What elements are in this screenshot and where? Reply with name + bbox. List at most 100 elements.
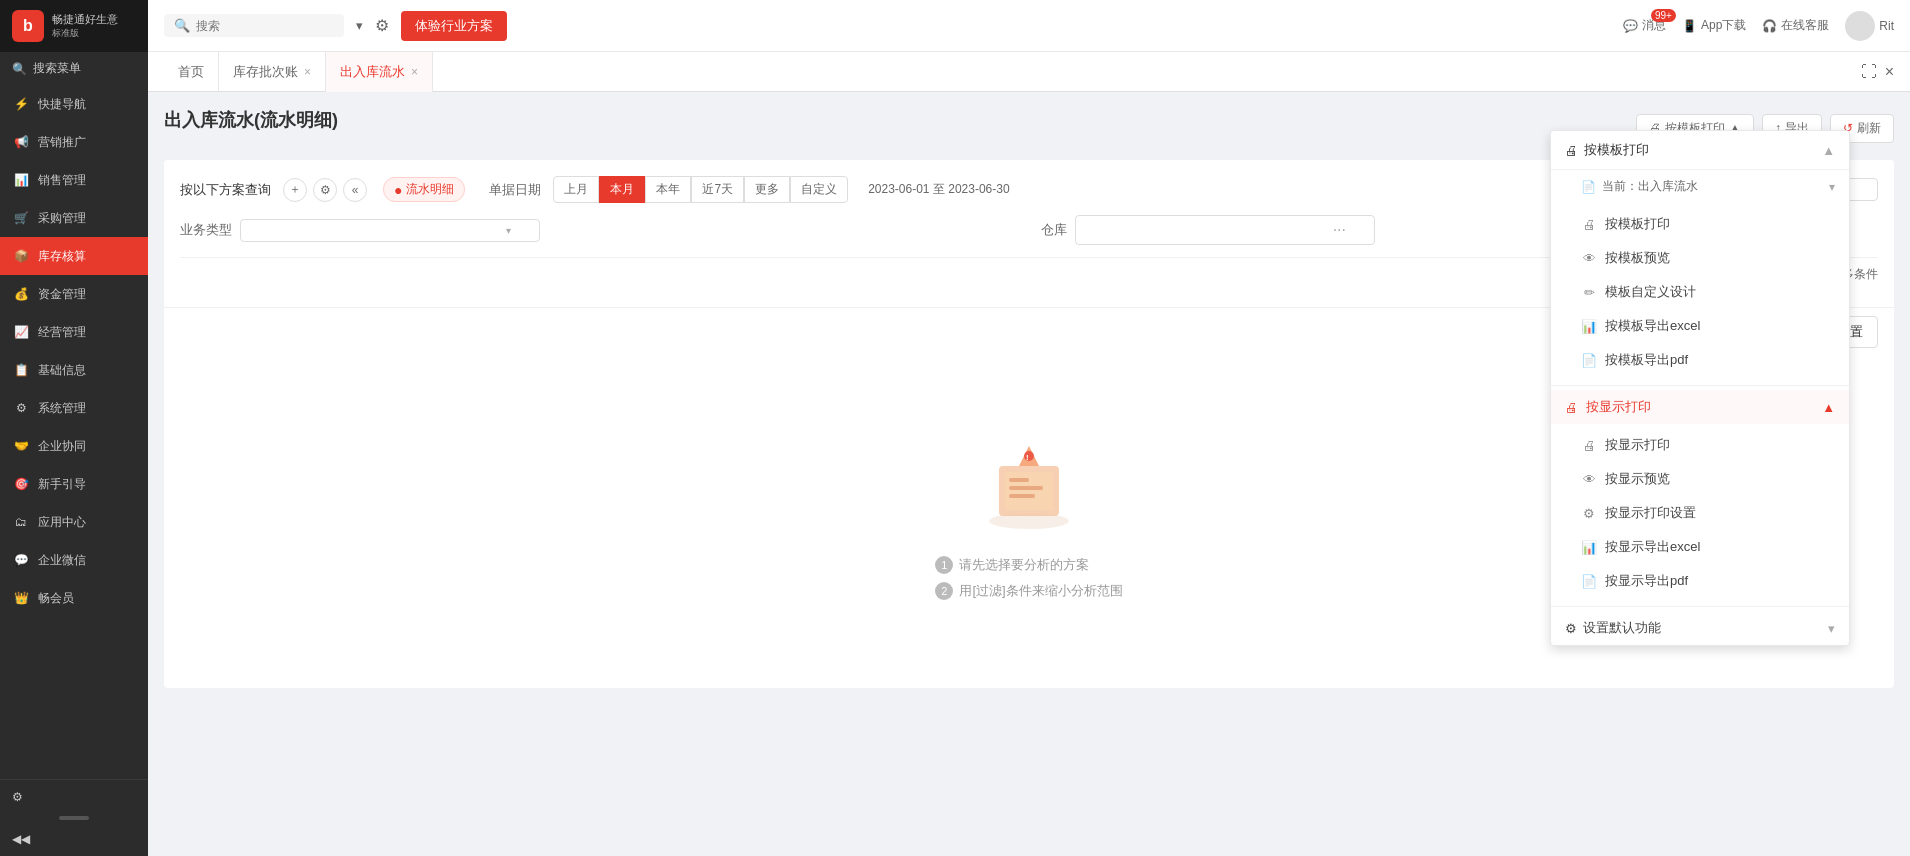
dropdown-item-template-excel[interactable]: 📊 按模板导出excel	[1551, 309, 1849, 343]
sidebar-item-app-center[interactable]: 🗂 应用中心	[0, 503, 148, 541]
tab-flow-close[interactable]: ×	[411, 65, 418, 79]
sidebar-search-label: 搜索菜单	[33, 60, 81, 77]
dropdown-item-template-print[interactable]: 🖨 按模板打印	[1551, 207, 1849, 241]
footer-settings-icon: ⚙	[1565, 621, 1577, 636]
basic-icon: 📋	[12, 361, 30, 379]
warehouse-more-icon[interactable]: ···	[1333, 221, 1346, 239]
date-btn-this-year[interactable]: 本年	[645, 176, 691, 203]
quick-nav-icon: ⚡	[12, 95, 30, 113]
online-service-icon: 🎧	[1762, 19, 1777, 33]
date-btn-this-month[interactable]: 本月	[599, 176, 645, 203]
display-print-subheader-title: 🖨 按显示打印	[1565, 398, 1651, 416]
dropdown-item-display-preview[interactable]: 👁 按显示预览	[1551, 462, 1849, 496]
settings-icon: ⚙	[12, 790, 23, 804]
topbar-search-box[interactable]: 🔍	[164, 14, 344, 37]
dropdown-current-item[interactable]: 📄 当前：出入库流水 ▾	[1551, 170, 1849, 203]
sidebar-item-system[interactable]: ⚙ 系统管理	[0, 389, 148, 427]
dropdown-current-arrow-icon: ▾	[1829, 180, 1835, 194]
dropdown-header-collapse-icon[interactable]: ▲	[1822, 143, 1835, 158]
sidebar-item-label: 库存核算	[38, 248, 86, 265]
date-btn-last-month[interactable]: 上月	[553, 176, 599, 203]
display-print-item-icon: 🖨	[1581, 437, 1597, 453]
tab-maximize-icon[interactable]: ⛶	[1861, 63, 1877, 81]
tab-flow[interactable]: 出入库流水 ×	[326, 52, 433, 92]
dropdown-footer[interactable]: ⚙ 设置默认功能 ▾	[1551, 611, 1849, 645]
display-excel-item-label: 按显示导出excel	[1605, 538, 1700, 556]
search-icon: 🔍	[12, 62, 27, 76]
dropdown-current-text: 当前：出入库流水	[1602, 178, 1698, 195]
tab-home[interactable]: 首页	[164, 52, 219, 92]
tab-close-all-icon[interactable]: ×	[1885, 63, 1894, 81]
sidebar-item-guide[interactable]: 🎯 新手引导	[0, 465, 148, 503]
filter-collapse-btn[interactable]: «	[343, 178, 367, 202]
topbar-right: 💬 消息 99+ 📱 App下载 🎧 在线客服 Rit	[1623, 11, 1894, 41]
filter-tag-flow-detail[interactable]: ● 流水明细	[383, 177, 465, 202]
sidebar-item-label: 系统管理	[38, 400, 86, 417]
sidebar-item-operations[interactable]: 📈 经营管理	[0, 313, 148, 351]
tab-batch-account[interactable]: 库存批次账 ×	[219, 52, 326, 92]
svg-text:!: !	[1026, 453, 1029, 462]
empty-svg: !	[969, 436, 1089, 536]
display-print-subheader[interactable]: 🖨 按显示打印 ▲	[1551, 390, 1849, 424]
dropdown-item-template-pdf[interactable]: 📄 按模板导出pdf	[1551, 343, 1849, 377]
business-type-label: 业务类型	[180, 221, 232, 239]
template-preview-icon: 👁	[1581, 250, 1597, 266]
sidebar-item-sales[interactable]: 📊 销售管理	[0, 161, 148, 199]
dropdown-title-text: 按模板打印	[1584, 141, 1649, 159]
sidebar-item-purchase[interactable]: 🛒 采购管理	[0, 199, 148, 237]
sidebar-item-basic[interactable]: 📋 基础信息	[0, 351, 148, 389]
user-profile[interactable]: Rit	[1845, 11, 1894, 41]
user-name: Rit	[1879, 19, 1894, 33]
date-btn-7days[interactable]: 近7天	[691, 176, 744, 203]
sidebar-item-quick-nav[interactable]: ⚡ 快捷导航	[0, 85, 148, 123]
warehouse-select[interactable]: ···	[1075, 215, 1375, 245]
dropdown-item-display-pdf[interactable]: 📄 按显示导出pdf	[1551, 564, 1849, 598]
add-filter-btn[interactable]: ＋	[283, 178, 307, 202]
svg-rect-3	[1009, 478, 1029, 482]
sidebar-item-enterprise-wx[interactable]: 💬 企业微信	[0, 541, 148, 579]
dropdown-item-template-custom[interactable]: ✏ 模板自定义设计	[1551, 275, 1849, 309]
date-btn-custom[interactable]: 自定义	[790, 176, 848, 203]
trial-industry-btn[interactable]: 体验行业方案	[401, 11, 507, 41]
guide-icon: 🎯	[12, 475, 30, 493]
message-icon: 💬	[1623, 19, 1638, 33]
sidebar-item-finance[interactable]: 💰 资金管理	[0, 275, 148, 313]
sidebar-item-label: 畅会员	[38, 590, 74, 607]
sidebar-item-inventory[interactable]: 📦 库存核算	[0, 237, 148, 275]
display-print-icon: 🖨	[1565, 400, 1578, 415]
sidebar-item-search[interactable]: 🔍 搜索菜单	[0, 52, 148, 85]
template-custom-item-label: 模板自定义设计	[1605, 283, 1696, 301]
sidebar: b 畅捷通好生意 标准版 🔍 搜索菜单 ⚡ 快捷导航 📢 营销推广 📊	[0, 0, 148, 856]
business-type-select[interactable]: ▾	[240, 219, 540, 242]
dropdown-item-display-excel[interactable]: 📊 按显示导出excel	[1551, 530, 1849, 564]
message-btn[interactable]: 💬 消息 99+	[1623, 17, 1666, 34]
topbar-dropdown[interactable]: ▾	[356, 18, 363, 33]
display-subheader-collapse-icon: ▲	[1822, 400, 1835, 415]
filter-settings-btn[interactable]: ⚙	[313, 178, 337, 202]
tip-num-2: 2	[935, 582, 953, 600]
sidebar-item-label: 基础信息	[38, 362, 86, 379]
tab-batch-account-close[interactable]: ×	[304, 65, 311, 79]
refresh-label: 刷新	[1857, 120, 1881, 137]
online-service-btn[interactable]: 🎧 在线客服	[1762, 17, 1829, 34]
business-type-arrow: ▾	[506, 225, 511, 236]
display-excel-icon: 📊	[1581, 539, 1597, 555]
dropdown-item-template-preview[interactable]: 👁 按模板预览	[1551, 241, 1849, 275]
sidebar-item-enterprise[interactable]: 🤝 企业协同	[0, 427, 148, 465]
logo-icon: b	[12, 10, 44, 42]
sales-icon: 📊	[12, 171, 30, 189]
sidebar-item-marketing[interactable]: 📢 营销推广	[0, 123, 148, 161]
marketing-icon: 📢	[12, 133, 30, 151]
member-icon: 👑	[12, 589, 30, 607]
sidebar-item-label: 企业微信	[38, 552, 86, 569]
topbar-search-input[interactable]	[196, 19, 316, 33]
sidebar-bottom-settings[interactable]: ⚙	[0, 780, 148, 814]
date-btn-more[interactable]: 更多	[744, 176, 790, 203]
dropdown-item-display-print[interactable]: 🖨 按显示打印	[1551, 428, 1849, 462]
display-preview-item-label: 按显示预览	[1605, 470, 1670, 488]
sidebar-item-member[interactable]: 👑 畅会员	[0, 579, 148, 617]
dropdown-item-display-print-settings[interactable]: ⚙ 按显示打印设置	[1551, 496, 1849, 530]
sidebar-collapse-btn[interactable]: ◀◀	[0, 822, 148, 856]
settings-gear-icon[interactable]: ⚙	[375, 16, 389, 35]
app-download-btn[interactable]: 📱 App下载	[1682, 17, 1746, 34]
